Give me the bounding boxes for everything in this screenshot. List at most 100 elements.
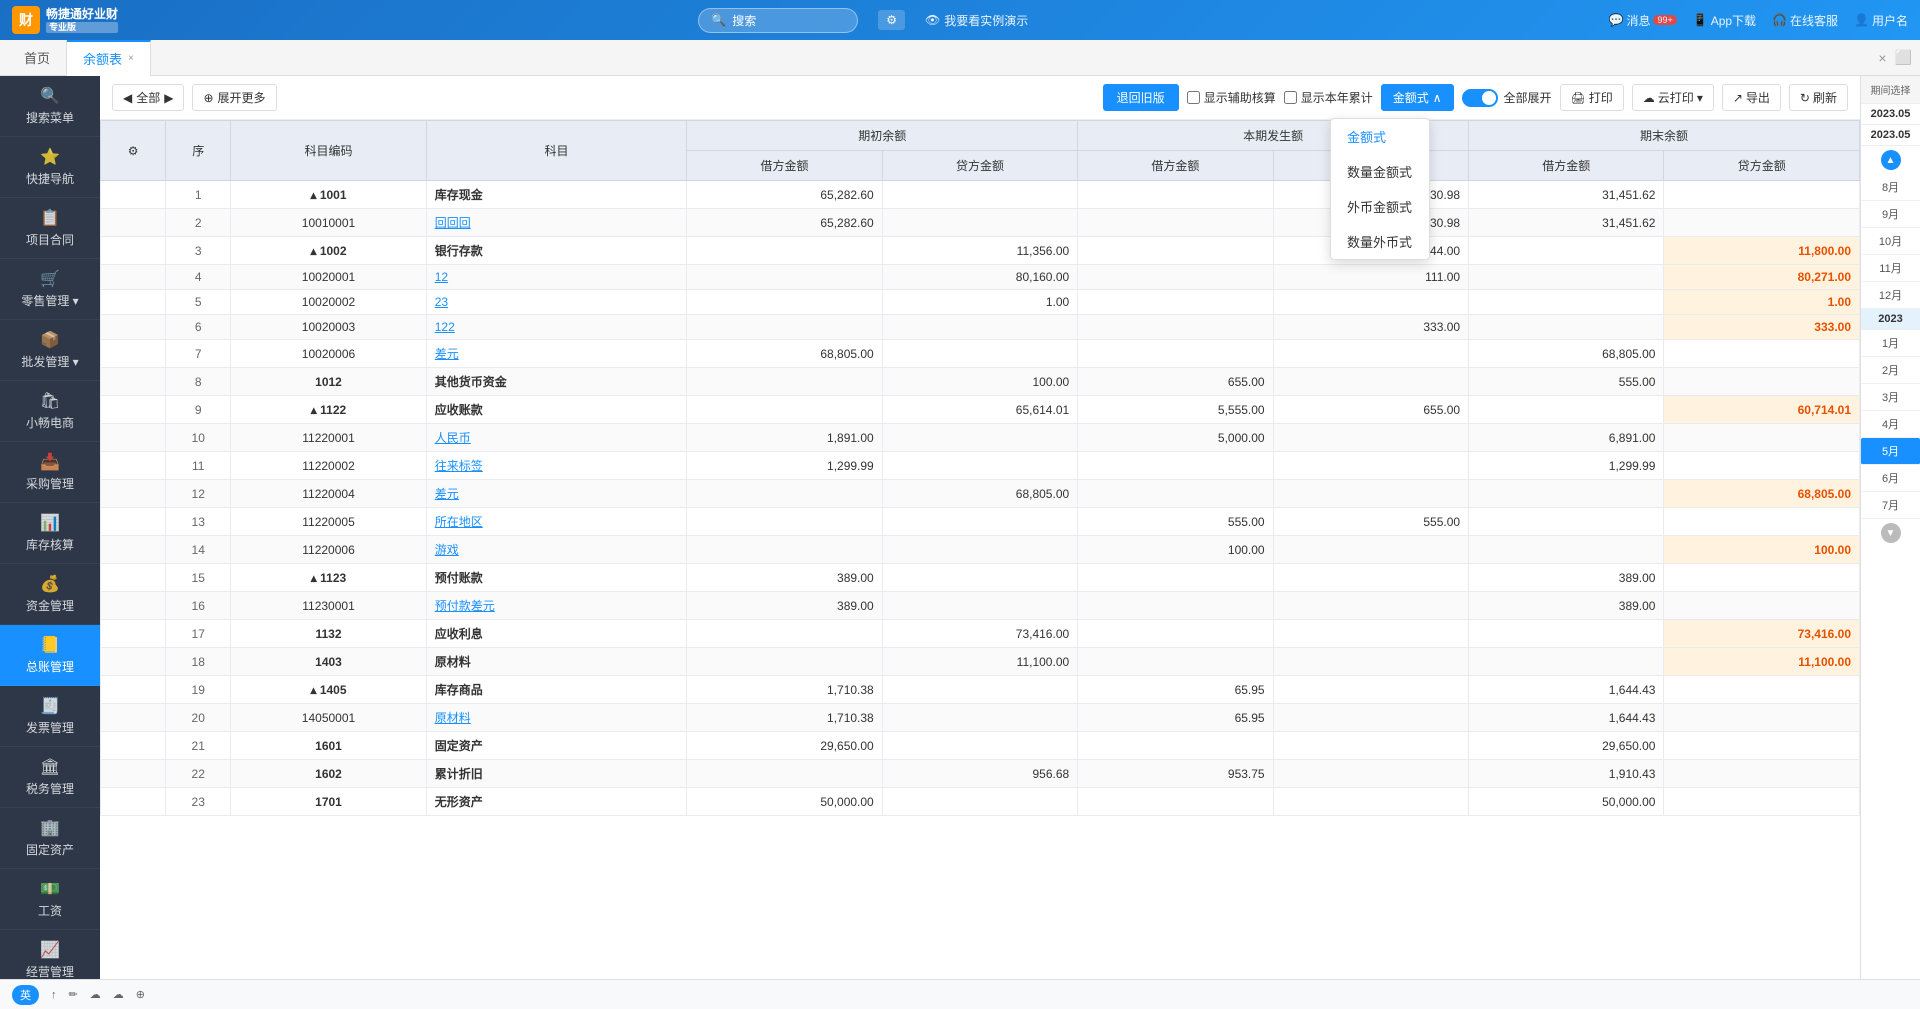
- row-closing-debit: 31,451.62: [1469, 209, 1664, 237]
- lang-btn[interactable]: 英: [12, 985, 39, 1005]
- row-opening-credit: 80,160.00: [882, 265, 1077, 290]
- sidebar-item-retail[interactable]: 🛒 零售管理 ▾: [0, 259, 100, 320]
- period-month-2[interactable]: 2月: [1861, 357, 1920, 384]
- sidebar-item-quick-nav[interactable]: ⭐ 快捷导航: [0, 137, 100, 198]
- period-month-9[interactable]: 9月: [1861, 201, 1920, 228]
- sidebar-item-salary[interactable]: 💵 工资: [0, 869, 100, 930]
- dropdown-item-amount[interactable]: 金额式: [1331, 119, 1429, 154]
- style-button[interactable]: 金额式 ∧: [1381, 84, 1454, 111]
- dropdown-item-qty-amount[interactable]: 数量金额式: [1331, 154, 1429, 189]
- sidebar-item-ecommerce[interactable]: 🛍 小畅电商: [0, 381, 100, 442]
- message-btn[interactable]: 💬 消息 99+: [1609, 12, 1677, 29]
- period-up-icon[interactable]: ▲: [1881, 150, 1901, 170]
- demo-link[interactable]: 👁 我要看实例演示: [925, 12, 1028, 29]
- row-closing-credit: 11,800.00: [1664, 237, 1860, 265]
- sidebar-item-inventory[interactable]: 📊 库存核算: [0, 503, 100, 564]
- row-closing-credit: 11,100.00: [1664, 648, 1860, 676]
- settings-icon[interactable]: ⚙: [878, 10, 905, 30]
- row-current-debit: [1078, 452, 1273, 480]
- period-month-10[interactable]: 10月: [1861, 228, 1920, 255]
- table-row: 1▴ 1001库存现金65,282.6033,830.9831,451.62: [101, 181, 1860, 209]
- row-current-debit: 953.75: [1078, 760, 1273, 788]
- dropdown-item-qty-foreign[interactable]: 数量外币式: [1331, 224, 1429, 259]
- dropdown-item-foreign-amount[interactable]: 外币金额式: [1331, 189, 1429, 224]
- tab-home[interactable]: 首页: [8, 40, 67, 76]
- header-center: 🔍 搜索 ⚙ 👁 我要看实例演示: [118, 8, 1608, 33]
- bottom-icon-4[interactable]: ☁: [113, 988, 124, 1001]
- expand-all-toggle[interactable]: 全部展开: [1462, 89, 1552, 107]
- expand-more-button[interactable]: ⊕ 展开更多: [192, 84, 276, 111]
- user-avatar[interactable]: 👤 用户名: [1854, 12, 1908, 29]
- col-header-settings: ⚙: [101, 121, 166, 181]
- row-name: 库存商品: [426, 676, 687, 704]
- show-year-checkbox[interactable]: 显示本年累计: [1284, 89, 1373, 106]
- bottom-bar: 英 ↑ ✏ ☁ ☁ ⊕: [0, 979, 1920, 1009]
- period-month-5[interactable]: 5月: [1861, 438, 1920, 465]
- expand-all-label: 全部展开: [1504, 89, 1552, 106]
- period-month-11[interactable]: 11月: [1861, 255, 1920, 282]
- row-name: 游戏: [426, 536, 687, 564]
- row-settings: [101, 340, 166, 368]
- left-arrow-icon: ◀: [123, 91, 132, 105]
- bottom-icon-5[interactable]: ⊕: [136, 988, 145, 1001]
- assets-icon: 🏢: [40, 818, 60, 838]
- export-button[interactable]: ↗ 导出: [1722, 84, 1781, 111]
- period-month-4[interactable]: 4月: [1861, 411, 1920, 438]
- period-month-12[interactable]: 12月: [1861, 282, 1920, 309]
- sidebar-item-management[interactable]: 📈 经营管理: [0, 930, 100, 979]
- sidebar-item-tax[interactable]: 🏛 税务管理: [0, 747, 100, 808]
- row-closing-credit: 100.00: [1664, 536, 1860, 564]
- sidebar-item-wholesale[interactable]: 📦 批发管理 ▾: [0, 320, 100, 381]
- tab-balance[interactable]: 余额表 ×: [67, 40, 151, 76]
- print-button[interactable]: 🖨 打印: [1560, 84, 1624, 111]
- row-current-credit: [1273, 290, 1468, 315]
- period-month-6[interactable]: 6月: [1861, 465, 1920, 492]
- online-service-btn[interactable]: 🎧 在线客服: [1772, 12, 1838, 29]
- tab-close-icon[interactable]: ×: [128, 53, 134, 64]
- year-checkbox-input[interactable]: [1284, 91, 1297, 104]
- sidebar-item-project[interactable]: 📋 项目合同: [0, 198, 100, 259]
- logo-text: 畅捷通好业财 专业版: [46, 7, 118, 32]
- bottom-icon-2[interactable]: ✏: [69, 988, 78, 1001]
- back-old-version-button[interactable]: 退回旧版: [1103, 84, 1179, 111]
- message-badge: 99+: [1653, 15, 1676, 25]
- sidebar-item-finance[interactable]: 💰 资金管理: [0, 564, 100, 625]
- period-month-8[interactable]: 8月: [1861, 174, 1920, 201]
- table-row: 4100200011280,160.00111.0080,271.00: [101, 265, 1860, 290]
- period-month-3[interactable]: 3月: [1861, 384, 1920, 411]
- refresh-button[interactable]: ↻ 刷新: [1789, 84, 1848, 111]
- quick-nav-icon: ⭐: [40, 147, 60, 167]
- assist-checkbox-input[interactable]: [1187, 91, 1200, 104]
- bottom-icon-1[interactable]: ↑: [51, 989, 57, 1001]
- table-row: 1211220004差元68,805.0068,805.00: [101, 480, 1860, 508]
- row-settings: [101, 480, 166, 508]
- bottom-icon-3[interactable]: ☁: [90, 988, 101, 1001]
- app-download-btn[interactable]: 📱 App下载: [1693, 12, 1756, 29]
- row-opening-credit: [882, 181, 1077, 209]
- sidebar-item-invoice[interactable]: 🧾 发票管理: [0, 686, 100, 747]
- col-settings-icon[interactable]: ⚙: [128, 144, 139, 158]
- tab-maximize-btn[interactable]: ⬜: [1895, 49, 1912, 66]
- period-down-icon[interactable]: ▼: [1881, 523, 1901, 543]
- tab-close-btn[interactable]: ×: [1878, 50, 1886, 66]
- period-month-7[interactable]: 7月: [1861, 492, 1920, 519]
- period-month-1[interactable]: 1月: [1861, 330, 1920, 357]
- header-search[interactable]: 🔍 搜索: [698, 8, 858, 33]
- sidebar-item-ledger[interactable]: 📒 总账管理: [0, 625, 100, 686]
- row-closing-debit: [1469, 620, 1664, 648]
- sidebar-item-purchase[interactable]: 📥 采购管理: [0, 442, 100, 503]
- sidebar-item-search[interactable]: 🔍 搜索菜单: [0, 76, 100, 137]
- all-button[interactable]: ◀ 全部 ▶: [112, 84, 184, 111]
- cloud-print-button[interactable]: ☁ 云打印 ▾: [1632, 84, 1714, 111]
- row-current-debit: [1078, 564, 1273, 592]
- show-assist-checkbox[interactable]: 显示辅助核算: [1187, 89, 1276, 106]
- row-number: 17: [166, 620, 231, 648]
- toggle-control[interactable]: [1462, 89, 1498, 107]
- row-name: 银行存款: [426, 237, 687, 265]
- row-code: ▴ 1123: [231, 564, 426, 592]
- row-opening-credit: [882, 424, 1077, 452]
- sidebar-item-assets[interactable]: 🏢 固定资产: [0, 808, 100, 869]
- row-opening-credit: 956.68: [882, 760, 1077, 788]
- row-closing-credit: [1664, 788, 1860, 816]
- table-row: 510020002231.001.00: [101, 290, 1860, 315]
